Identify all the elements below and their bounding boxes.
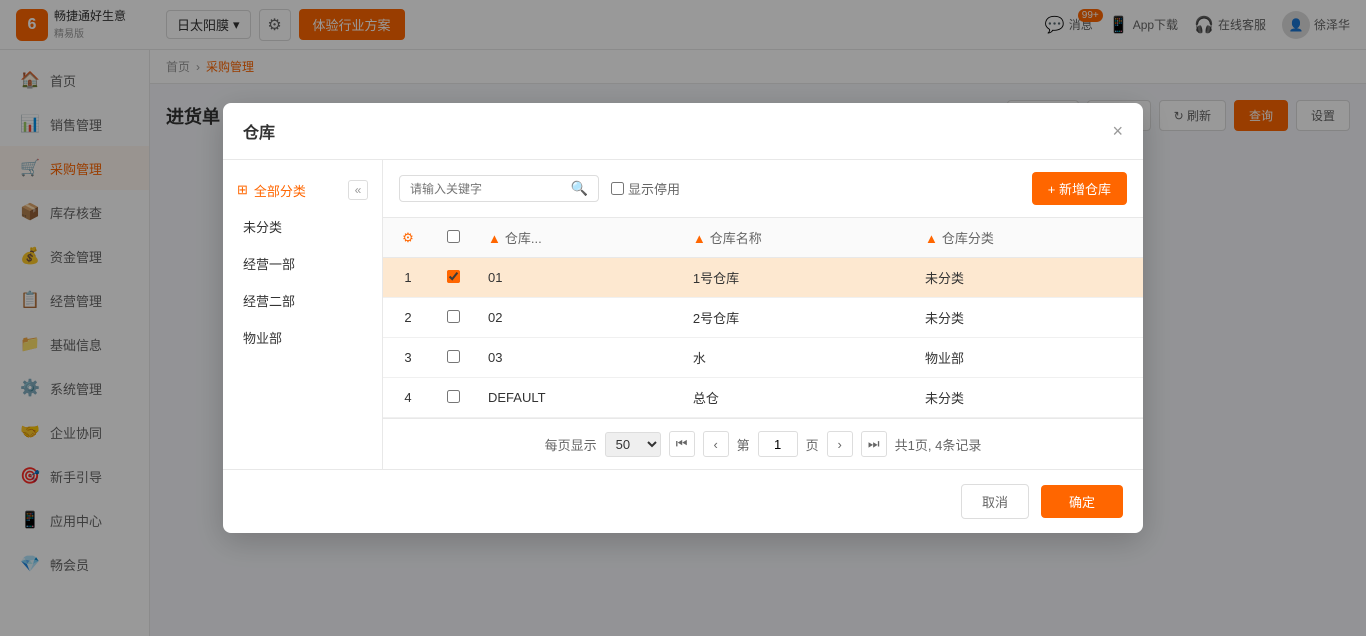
confirm-button[interactable]: 确定 bbox=[1041, 485, 1123, 518]
th-category: ▲仓库分类 bbox=[911, 218, 1143, 258]
row-category: 物业部 bbox=[911, 338, 1143, 378]
modal-body: ⊞ 全部分类 « 未分类 经营一部 经营二部 物业部 🔍 bbox=[223, 160, 1143, 469]
row-name: 2号仓库 bbox=[679, 298, 911, 338]
content-toolbar: 🔍 显示停用 + 新增仓库 bbox=[383, 160, 1143, 218]
category-item-property[interactable]: 物业部 bbox=[223, 319, 382, 356]
table-row[interactable]: 1 01 1号仓库 未分类 bbox=[383, 258, 1143, 298]
category-item-unclassified[interactable]: 未分类 bbox=[223, 208, 382, 245]
table-header-row: ⚙ ▲仓库... ▲仓库名称 bbox=[383, 218, 1143, 258]
first-page-button[interactable]: ⏮ bbox=[669, 431, 695, 457]
category-header: ⊞ 全部分类 « bbox=[223, 172, 382, 208]
content-panel: 🔍 显示停用 + 新增仓库 ⚙ bbox=[383, 160, 1143, 469]
page-size-select[interactable]: 50 100 bbox=[605, 432, 661, 457]
th-code: ▲仓库... bbox=[474, 218, 679, 258]
th-checkbox bbox=[433, 218, 474, 258]
row-num: 2 bbox=[383, 298, 433, 338]
table-row[interactable]: 2 02 2号仓库 未分类 bbox=[383, 298, 1143, 338]
row-checkbox-cell bbox=[433, 258, 474, 298]
row-code: DEFAULT bbox=[474, 378, 679, 418]
category-item-dept1[interactable]: 经营一部 bbox=[223, 245, 382, 282]
show-disabled-label[interactable]: 显示停用 bbox=[611, 179, 680, 198]
row-num: 4 bbox=[383, 378, 433, 418]
row-num: 3 bbox=[383, 338, 433, 378]
row-category: 未分类 bbox=[911, 258, 1143, 298]
table-row[interactable]: 3 03 水 物业部 bbox=[383, 338, 1143, 378]
add-warehouse-button[interactable]: + 新增仓库 bbox=[1032, 172, 1127, 205]
row-checkbox[interactable] bbox=[447, 390, 460, 403]
category-item-dept2[interactable]: 经营二部 bbox=[223, 282, 382, 319]
row-num: 1 bbox=[383, 258, 433, 298]
pagination: 每页显示 50 100 ⏮ ‹ 第 页 › ⏭ 共1页, 4条记录 bbox=[383, 418, 1143, 469]
row-checkbox-cell bbox=[433, 378, 474, 418]
modal-title: 仓库 bbox=[243, 119, 275, 143]
th-name: ▲仓库名称 bbox=[679, 218, 911, 258]
grid-icon: ⊞ bbox=[237, 182, 248, 198]
search-icon: 🔍 bbox=[571, 180, 588, 197]
category-panel: ⊞ 全部分类 « 未分类 经营一部 经营二部 物业部 bbox=[223, 160, 383, 469]
th-settings: ⚙ bbox=[383, 218, 433, 258]
row-code: 03 bbox=[474, 338, 679, 378]
show-disabled-checkbox[interactable] bbox=[611, 182, 624, 195]
row-category: 未分类 bbox=[911, 298, 1143, 338]
row-name: 水 bbox=[679, 338, 911, 378]
warehouse-table: ⚙ ▲仓库... ▲仓库名称 bbox=[383, 218, 1143, 418]
search-box: 🔍 bbox=[399, 175, 599, 202]
modal-header: 仓库 × bbox=[223, 103, 1143, 160]
row-checkbox[interactable] bbox=[447, 310, 460, 323]
row-checkbox-cell bbox=[433, 298, 474, 338]
next-page-button[interactable]: › bbox=[827, 431, 853, 457]
modal-overlay: 仓库 × ⊞ 全部分类 « 未分类 经营一部 经营二部 物业部 bbox=[0, 0, 1366, 636]
warehouse-modal: 仓库 × ⊞ 全部分类 « 未分类 经营一部 经营二部 物业部 bbox=[223, 103, 1143, 533]
row-name: 1号仓库 bbox=[679, 258, 911, 298]
row-checkbox[interactable] bbox=[447, 270, 460, 283]
row-code: 01 bbox=[474, 258, 679, 298]
table-row[interactable]: 4 DEFAULT 总仓 未分类 bbox=[383, 378, 1143, 418]
page-number-input[interactable] bbox=[758, 431, 798, 457]
category-collapse-button[interactable]: « bbox=[348, 180, 368, 200]
row-category: 未分类 bbox=[911, 378, 1143, 418]
row-name: 总仓 bbox=[679, 378, 911, 418]
last-page-button[interactable]: ⏭ bbox=[861, 431, 887, 457]
select-all-checkbox[interactable] bbox=[447, 230, 460, 243]
modal-footer: 取消 确定 bbox=[223, 469, 1143, 533]
search-input[interactable] bbox=[410, 182, 565, 196]
modal-close-button[interactable]: × bbox=[1112, 121, 1123, 142]
row-checkbox[interactable] bbox=[447, 350, 460, 363]
row-checkbox-cell bbox=[433, 338, 474, 378]
prev-page-button[interactable]: ‹ bbox=[703, 431, 729, 457]
category-all-item[interactable]: ⊞ 全部分类 bbox=[237, 181, 306, 200]
row-code: 02 bbox=[474, 298, 679, 338]
cancel-button[interactable]: 取消 bbox=[961, 484, 1029, 519]
